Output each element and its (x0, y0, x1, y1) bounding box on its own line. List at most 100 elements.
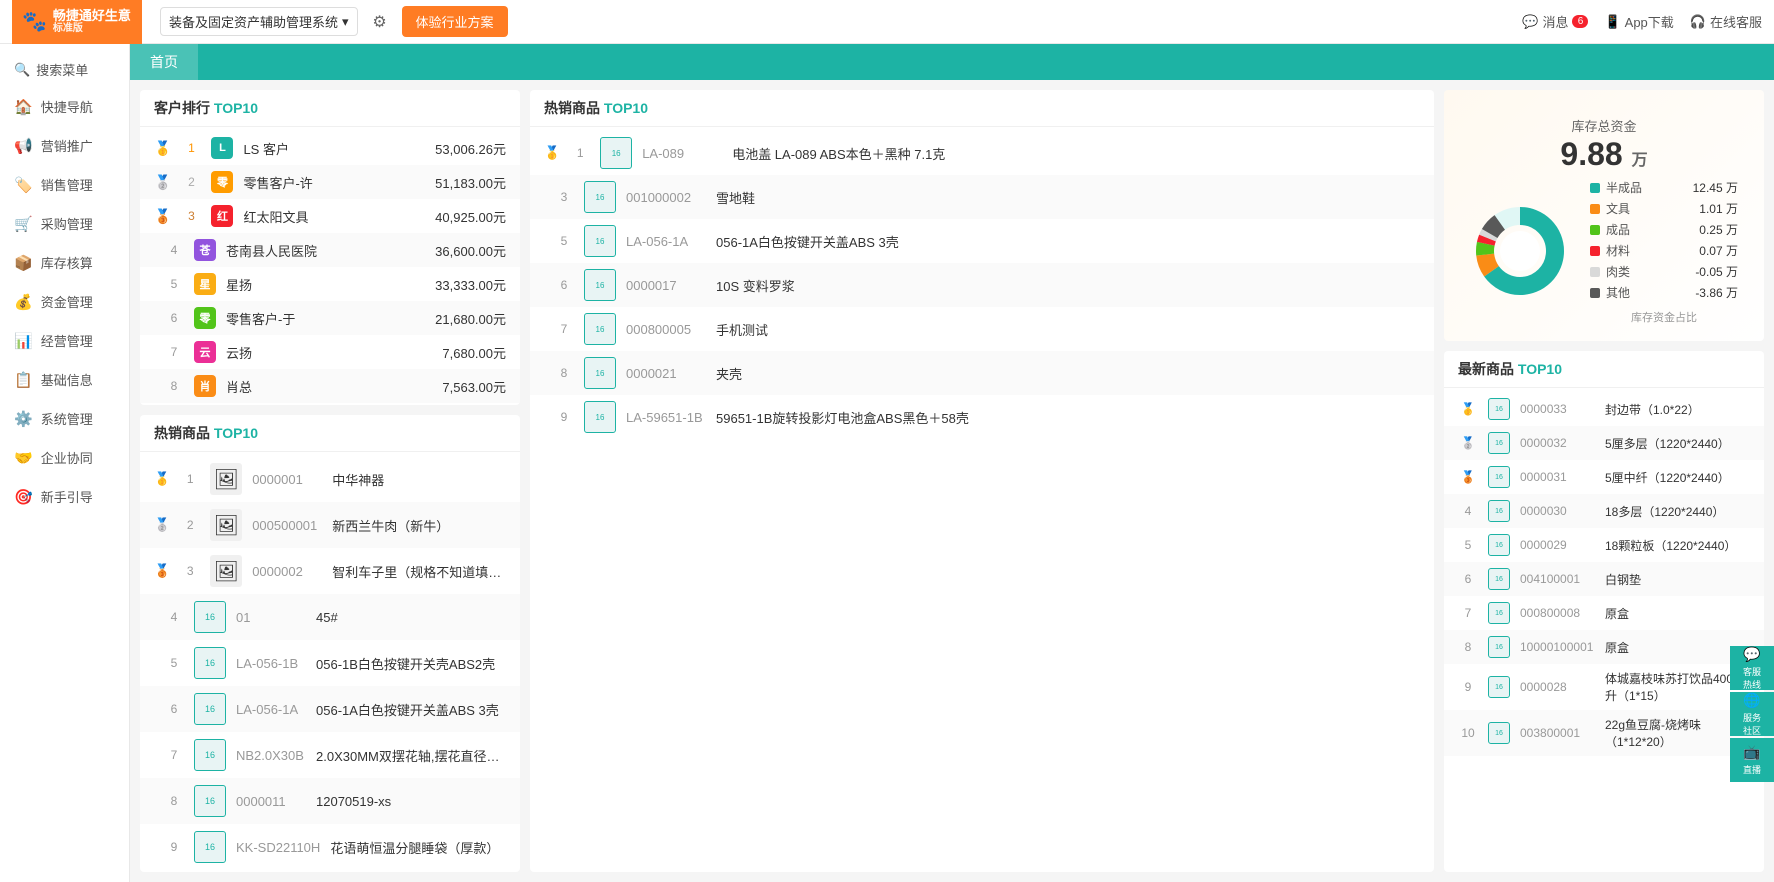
product-rank: 8 (164, 794, 184, 808)
product-name: 雪地鞋 (716, 188, 1420, 207)
newest-rank: 🥉 (1458, 470, 1478, 484)
newest-code: 000800008 (1520, 606, 1595, 620)
float-btn-service[interactable]: 💬 客服 热线 (1730, 646, 1774, 690)
rank-item: 🥉 3 红 红太阳文具 40,925.00元 (140, 199, 520, 233)
product-code: 000800005 (626, 322, 706, 337)
sidebar-label-collab: 企业协同 (41, 448, 93, 467)
newest-item: 4 16 0000030 18多层（1220*2440） (1444, 494, 1764, 528)
sidebar-item-guide[interactable]: 🎯 新手引导 (0, 477, 129, 516)
newest-name: 封边带（1.0*22） (1605, 401, 1750, 418)
product-item: 6 16 LA-056-1A 056-1A白色按键开关盖ABS 3壳 (140, 686, 520, 732)
newest-products-header: 最新商品 TOP10 (1444, 351, 1764, 388)
product-name: 056-1A白色按键开关盖ABS 3壳 (316, 700, 506, 719)
newest-thumbnail: 16 (1488, 676, 1510, 698)
newest-rank: 8 (1458, 640, 1478, 654)
hot-product-list: 🥇 1 🖼 0000001 中华神器 🥈 2 🖼 000500001 新西兰牛肉… (140, 452, 520, 872)
rank-item: 8 肖 肖总 7,563.00元 (140, 369, 520, 403)
legend-dot-material (1590, 246, 1600, 256)
newest-item: 5 16 0000029 18颗粒板（1220*2440） (1444, 528, 1764, 562)
rank-amount: 51,183.00元 (435, 173, 506, 192)
newest-name: 5厘多层（1220*2440） (1605, 435, 1750, 452)
logo-icon: 🐾 (22, 9, 47, 34)
settings-button[interactable]: ⚙ (366, 8, 394, 36)
product-item: 9 16 KK-SD22110H 花语萌恒温分腿睡袋（厚款） (140, 824, 520, 870)
product-code: 0000017 (626, 278, 706, 293)
hot-products-title: 热销商品 TOP10 (154, 423, 258, 443)
newest-name: 5厘中纤（1220*2440） (1605, 469, 1750, 486)
product-name: 夹壳 (716, 364, 1420, 383)
sidebar-item-system[interactable]: ⚙️ 系统管理 (0, 399, 129, 438)
product-code: 0000021 (626, 366, 706, 381)
message-button[interactable]: 💬 消息 6 (1522, 12, 1588, 31)
product-thumbnail-placeholder: 16 (584, 181, 616, 213)
float-btn-live[interactable]: 📺 直播 (1730, 738, 1774, 782)
sidebar-item-finance[interactable]: 💰 资金管理 (0, 282, 129, 321)
rank-item: 4 苍 苍南县人民医院 36,600.00元 (140, 233, 520, 267)
newest-thumbnail: 16 (1488, 602, 1510, 624)
product-code: LA-59651-1B (626, 410, 706, 425)
content-area: 首页 客户排行 TOP10 🥇 1 L LS 客户 53,006.26元 (130, 44, 1774, 882)
hot-products-header: 热销商品 TOP10 (140, 415, 520, 452)
rank-amount: 40,925.00元 (435, 207, 506, 226)
sidebar-label-finance: 资金管理 (41, 292, 93, 311)
left-column: 客户排行 TOP10 🥇 1 L LS 客户 53,006.26元 🥈 2 零 … (140, 90, 520, 872)
sidebar-item-sales[interactable]: 🏷️ 销售管理 (0, 165, 129, 204)
rank-name: 苍南县人民医院 (226, 241, 425, 260)
search-menu[interactable]: 🔍 搜索菜单 (0, 52, 129, 87)
system-selector[interactable]: 装备及固定资产辅助管理系统 ▾ (160, 7, 358, 36)
marketing-icon: 📢 (14, 137, 33, 155)
sidebar-item-nav[interactable]: 🏠 快捷导航 (0, 87, 129, 126)
sidebar-item-collab[interactable]: 🤝 企业协同 (0, 438, 129, 477)
rank-number: 4 (164, 243, 184, 257)
legend-dot-semifinished (1590, 183, 1600, 193)
online-service-button[interactable]: 🎧 在线客服 (1690, 12, 1762, 31)
product-rank: 9 (164, 840, 184, 854)
trial-button[interactable]: 体验行业方案 (402, 6, 508, 37)
rank-avatar: 零 (211, 171, 233, 193)
search-icon: 🔍 (14, 62, 30, 78)
product-item: 🥉 3 🖼 0000002 智利车子里（规格不知道填什么） (140, 548, 520, 594)
newest-thumbnail: 16 (1488, 722, 1510, 744)
guide-icon: 🎯 (14, 488, 33, 506)
sidebar-item-purchase[interactable]: 🛒 采购管理 (0, 204, 129, 243)
phone-icon: 📱 (1604, 14, 1620, 30)
newest-rank: 6 (1458, 572, 1478, 586)
product-rank: 7 (554, 322, 574, 336)
product-item: 4 16 01 45# (140, 594, 520, 640)
app-label: App下载 (1625, 12, 1674, 31)
product-thumbnail-placeholder: 16 (584, 313, 616, 345)
product-thumbnail-placeholder: 16 (194, 647, 226, 679)
sidebar-item-operations[interactable]: 📊 经营管理 (0, 321, 129, 360)
product-rank: 4 (164, 610, 184, 624)
rank-name: 云扬 (226, 343, 432, 362)
service-label: 在线客服 (1710, 12, 1762, 31)
product-name: 花语萌恒温分腿睡袋（厚款） (330, 838, 506, 857)
sidebar-item-inventory[interactable]: 📦 库存核算 (0, 243, 129, 282)
top-products-mid-title: 热销商品 TOP10 (544, 98, 648, 118)
product-rank: 5 (164, 656, 184, 670)
newest-item: 8 16 10000100001 原盒 (1444, 630, 1764, 664)
newest-thumbnail: 16 (1488, 466, 1510, 488)
sidebar-item-marketing[interactable]: 📢 营销推广 (0, 126, 129, 165)
newest-code: 003800001 (1520, 726, 1595, 740)
legend-item: 材料 0.07 万 (1590, 240, 1738, 261)
tab-home[interactable]: 首页 (130, 44, 198, 80)
newest-code: 0000033 (1520, 402, 1595, 416)
rank-name: 红太阳文具 (243, 207, 425, 226)
product-medal: 🥇 (154, 471, 170, 487)
rank-item: 🥇 1 L LS 客户 53,006.26元 (140, 131, 520, 165)
newest-products-list: 🥇 16 0000033 封边带（1.0*22） 🥈 16 0000032 5厘… (1444, 388, 1764, 760)
newest-code: 0000031 (1520, 470, 1595, 484)
sidebar-item-basic[interactable]: 📋 基础信息 (0, 360, 129, 399)
product-rank: 1 (570, 146, 590, 160)
customer-ranking-title: 客户排行 TOP10 (154, 98, 258, 118)
rank-item: 7 云 云扬 7,680.00元 (140, 335, 520, 369)
service-icon: 🎧 (1690, 14, 1706, 30)
product-name: 59651-1B旋转投影灯电池盒ABS黑色＋58壳 (716, 408, 1420, 427)
newest-item: 🥈 16 0000032 5厘多层（1220*2440） (1444, 426, 1764, 460)
product-name: 056-1B白色按键开关壳ABS2壳 (316, 654, 506, 673)
rank-avatar: 红 (211, 205, 233, 227)
app-download-button[interactable]: 📱 App下载 (1604, 12, 1673, 31)
newest-rank: 🥇 (1458, 402, 1478, 416)
float-btn-community[interactable]: 🌐 服务 社区 (1730, 692, 1774, 736)
